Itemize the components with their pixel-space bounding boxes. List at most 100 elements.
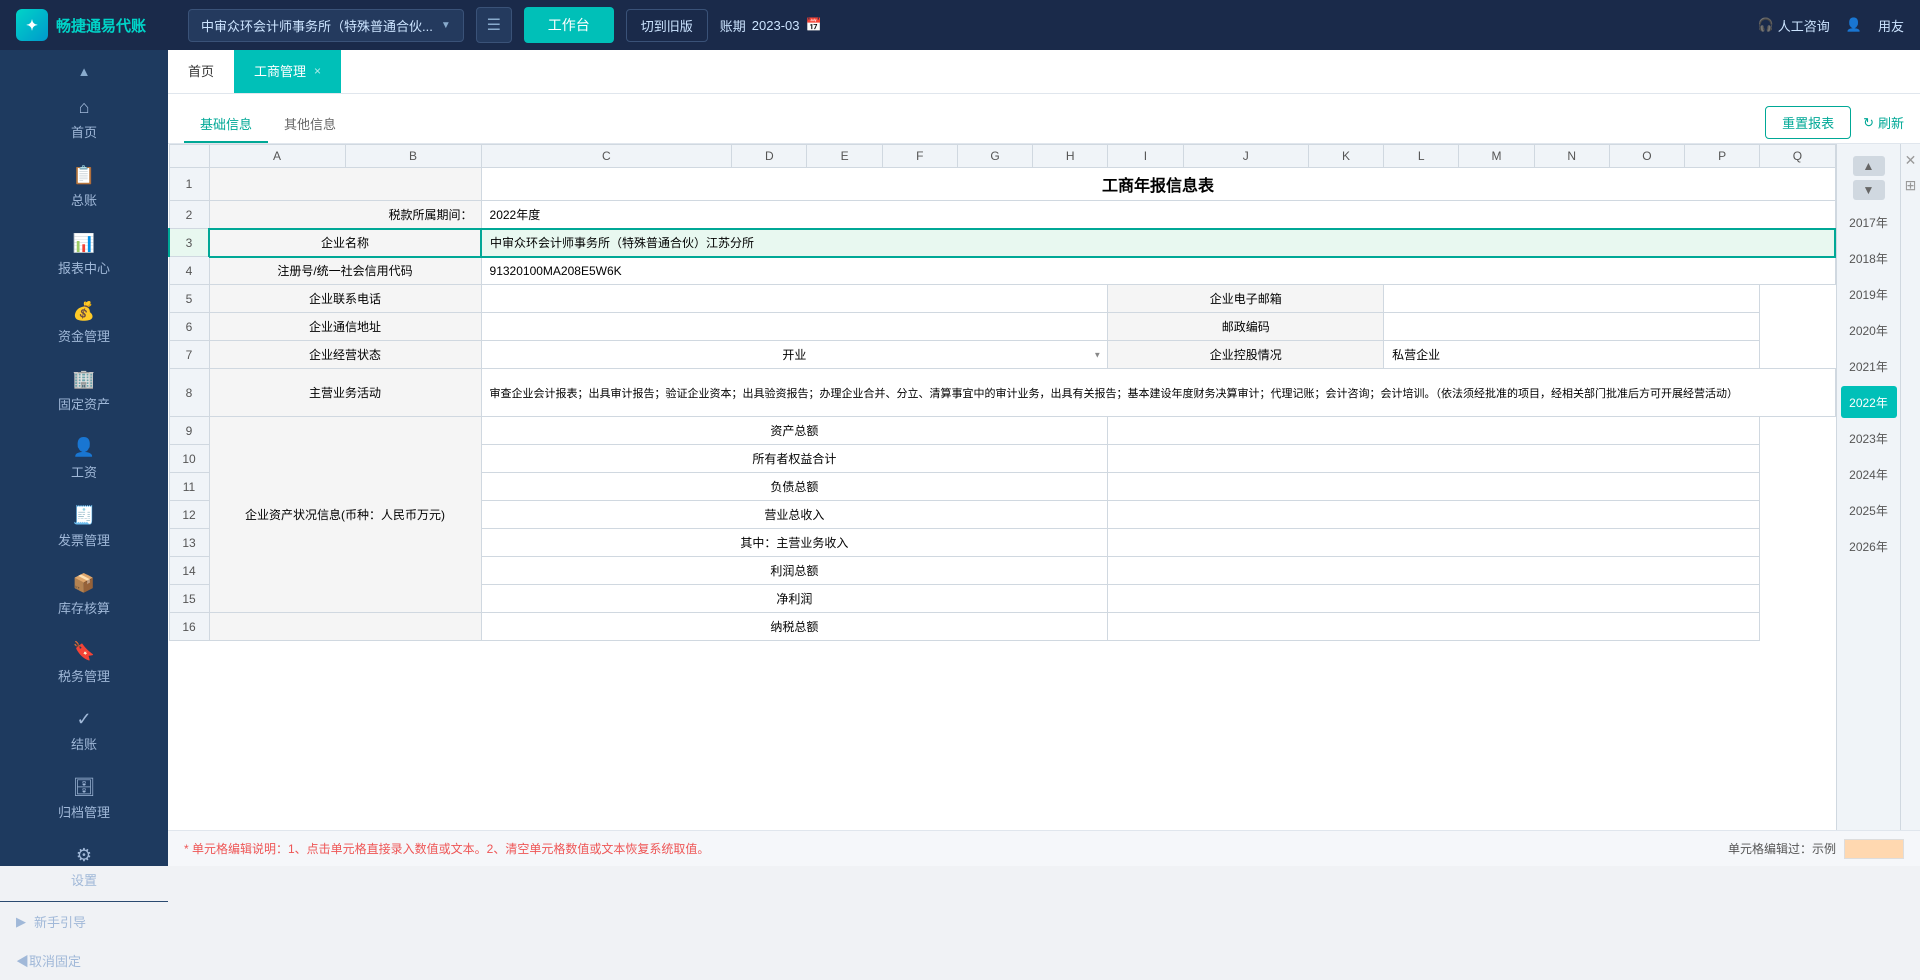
spreadsheet-container[interactable]: A B C D E F G H I J K L [168, 144, 1836, 830]
row-num-16: 16 [169, 613, 209, 641]
cell-6-postal-label[interactable]: 邮政编码 [1108, 313, 1384, 341]
cell-4-label[interactable]: 注册号/统一社会信用代码 [209, 257, 481, 285]
sidebar-item-ledger[interactable]: 📋 总账 [0, 153, 168, 221]
sidebar-item-tax[interactable]: 🔖 税务管理 [0, 629, 168, 697]
sidebar-item-reports[interactable]: 📊 报表中心 [0, 221, 168, 289]
company-selector[interactable]: 中审众环会计师事务所（特殊普通合伙... ▼ [188, 9, 464, 42]
row-num-8: 8 [169, 369, 209, 417]
cell-16-value[interactable] [1108, 613, 1760, 641]
sidebar-item-settings[interactable]: ⚙ 设置 [0, 833, 168, 901]
cell-5-email[interactable] [1384, 285, 1760, 313]
new-guide-item[interactable]: ▶ 新手引导 [0, 902, 168, 941]
calendar-icon[interactable]: 📅 [806, 17, 822, 33]
cell-3-label[interactable]: 企业名称 [209, 229, 481, 257]
cell-16-ab[interactable] [209, 613, 481, 641]
cell-1-ab[interactable] [209, 168, 481, 201]
sidebar-item-home[interactable]: ⌂ 首页 [0, 85, 168, 153]
panel-close-icon[interactable]: ✕ [1905, 152, 1917, 169]
cell-2-value[interactable]: 2022年度 [481, 201, 1835, 229]
year-scroll-down[interactable]: ▼ [1853, 180, 1885, 200]
cell-10-label[interactable]: 所有者权益合计 [481, 445, 1108, 473]
sidebar-item-invoice[interactable]: 🧾 发票管理 [0, 493, 168, 561]
sidebar-scroll-up[interactable]: ▲ [0, 58, 168, 85]
cell-4-value[interactable]: 91320100MA208E5W6K [481, 257, 1835, 285]
cell-13-value[interactable] [1108, 529, 1760, 557]
period-value: 2023-03 [752, 18, 800, 33]
cell-12-value[interactable] [1108, 501, 1760, 529]
cell-11-value[interactable] [1108, 473, 1760, 501]
row-num-13: 13 [169, 529, 209, 557]
reset-report-button[interactable]: 重置报表 [1765, 106, 1851, 139]
sidebar-item-archive[interactable]: 🗄 归档管理 [0, 765, 168, 833]
sidebar-item-salary[interactable]: 👤 工资 [0, 425, 168, 493]
cell-7-status[interactable]: 开业 [481, 341, 1108, 369]
year-item-2023[interactable]: 2023年 [1841, 422, 1897, 454]
cell-7-holding-label[interactable]: 企业控股情况 [1108, 341, 1384, 369]
sidebar-label-tax: 税务管理 [58, 666, 110, 685]
cell-2-ab[interactable]: 税款所属期间： [209, 201, 481, 229]
refresh-label: 刷新 [1878, 113, 1904, 132]
tab-home[interactable]: 首页 [168, 50, 234, 93]
year-scroll-up[interactable]: ▲ [1853, 156, 1885, 176]
year-item-2025[interactable]: 2025年 [1841, 494, 1897, 526]
sidebar-label-ledger: 总账 [71, 190, 97, 209]
cell-8-value[interactable]: 审查企业会计报表；出具审计报告；验证企业资本；出具验资报告；办理企业合并、分立、… [481, 369, 1835, 417]
cell-6-postal[interactable] [1384, 313, 1760, 341]
sidebar-item-assets[interactable]: 🏢 固定资产 [0, 357, 168, 425]
year-item-2019[interactable]: 2019年 [1841, 278, 1897, 310]
cell-12-label[interactable]: 营业总收入 [481, 501, 1108, 529]
cell-7-holding[interactable]: 私营企业 [1384, 341, 1760, 369]
sidebar-item-inventory[interactable]: 📦 库存核算 [0, 561, 168, 629]
year-item-2020[interactable]: 2020年 [1841, 314, 1897, 346]
cell-8-label[interactable]: 主营业务活动 [209, 369, 481, 417]
spreadsheet-table: A B C D E F G H I J K L [168, 144, 1836, 641]
cell-5-phone[interactable] [481, 285, 1108, 313]
year-item-2021[interactable]: 2021年 [1841, 350, 1897, 382]
cell-6-label[interactable]: 企业通信地址 [209, 313, 481, 341]
col-header-c: C [481, 145, 732, 168]
cell-6-addr[interactable] [481, 313, 1108, 341]
year-item-2024[interactable]: 2024年 [1841, 458, 1897, 490]
year-item-2022[interactable]: 2022年 [1841, 386, 1897, 418]
cell-3-value[interactable]: 中审众环会计师事务所（特殊普通合伙）江苏分所 [481, 229, 1835, 257]
tab-close-icon[interactable]: × [314, 64, 321, 78]
unpin-item[interactable]: ◀取消固定 [0, 941, 168, 980]
cell-15-label[interactable]: 净利润 [481, 585, 1108, 613]
corner-header [169, 145, 209, 168]
col-header-d: D [732, 145, 807, 168]
col-header-b: B [345, 145, 481, 168]
cell-9-label[interactable]: 资产总额 [481, 417, 1108, 445]
period-label: 账期 [720, 16, 746, 35]
cell-13-label[interactable]: 其中：主营业务收入 [481, 529, 1108, 557]
panel-expand-icon[interactable]: ⊞ [1905, 177, 1917, 194]
sidebar-item-funds[interactable]: 💰 资金管理 [0, 289, 168, 357]
year-item-2017[interactable]: 2017年 [1841, 206, 1897, 238]
row-num-4: 4 [169, 257, 209, 285]
service-button[interactable]: 🎧 人工咨询 [1758, 16, 1830, 35]
cell-11-label[interactable]: 负债总额 [481, 473, 1108, 501]
cell-9-section-label[interactable]: 企业资产状况信息(币种：人民币万元) [209, 417, 481, 613]
cell-9-value[interactable] [1108, 417, 1760, 445]
sub-tab-basic-label: 基础信息 [200, 117, 252, 132]
sub-tab-other[interactable]: 其他信息 [268, 106, 352, 143]
sidebar-item-close[interactable]: ✓ 结账 [0, 697, 168, 765]
sub-tab-bar: 基础信息 其他信息 重置报表 ↻ 刷新 [168, 94, 1920, 144]
sub-tab-basic[interactable]: 基础信息 [184, 106, 268, 143]
cell-10-value[interactable] [1108, 445, 1760, 473]
cell-7-label[interactable]: 企业经营状态 [209, 341, 481, 369]
cell-14-value[interactable] [1108, 557, 1760, 585]
refresh-button[interactable]: ↻ 刷新 [1863, 113, 1904, 132]
cell-1-title[interactable]: 工商年报信息表 [481, 168, 1835, 201]
company-icon-btn[interactable]: ☰ [476, 7, 512, 43]
cell-16-label[interactable]: 纳税总额 [481, 613, 1108, 641]
cell-14-label[interactable]: 利润总额 [481, 557, 1108, 585]
cell-5-label[interactable]: 企业联系电话 [209, 285, 481, 313]
cell-15-value[interactable] [1108, 585, 1760, 613]
year-item-2018[interactable]: 2018年 [1841, 242, 1897, 274]
cell-5-email-label[interactable]: 企业电子邮箱 [1108, 285, 1384, 313]
edited-cell-example [1844, 839, 1904, 859]
workbench-button[interactable]: 工作台 [524, 7, 614, 43]
tab-industry[interactable]: 工商管理 × [234, 50, 341, 93]
old-version-button[interactable]: 切到旧版 [626, 9, 708, 42]
year-item-2026[interactable]: 2026年 [1841, 530, 1897, 562]
